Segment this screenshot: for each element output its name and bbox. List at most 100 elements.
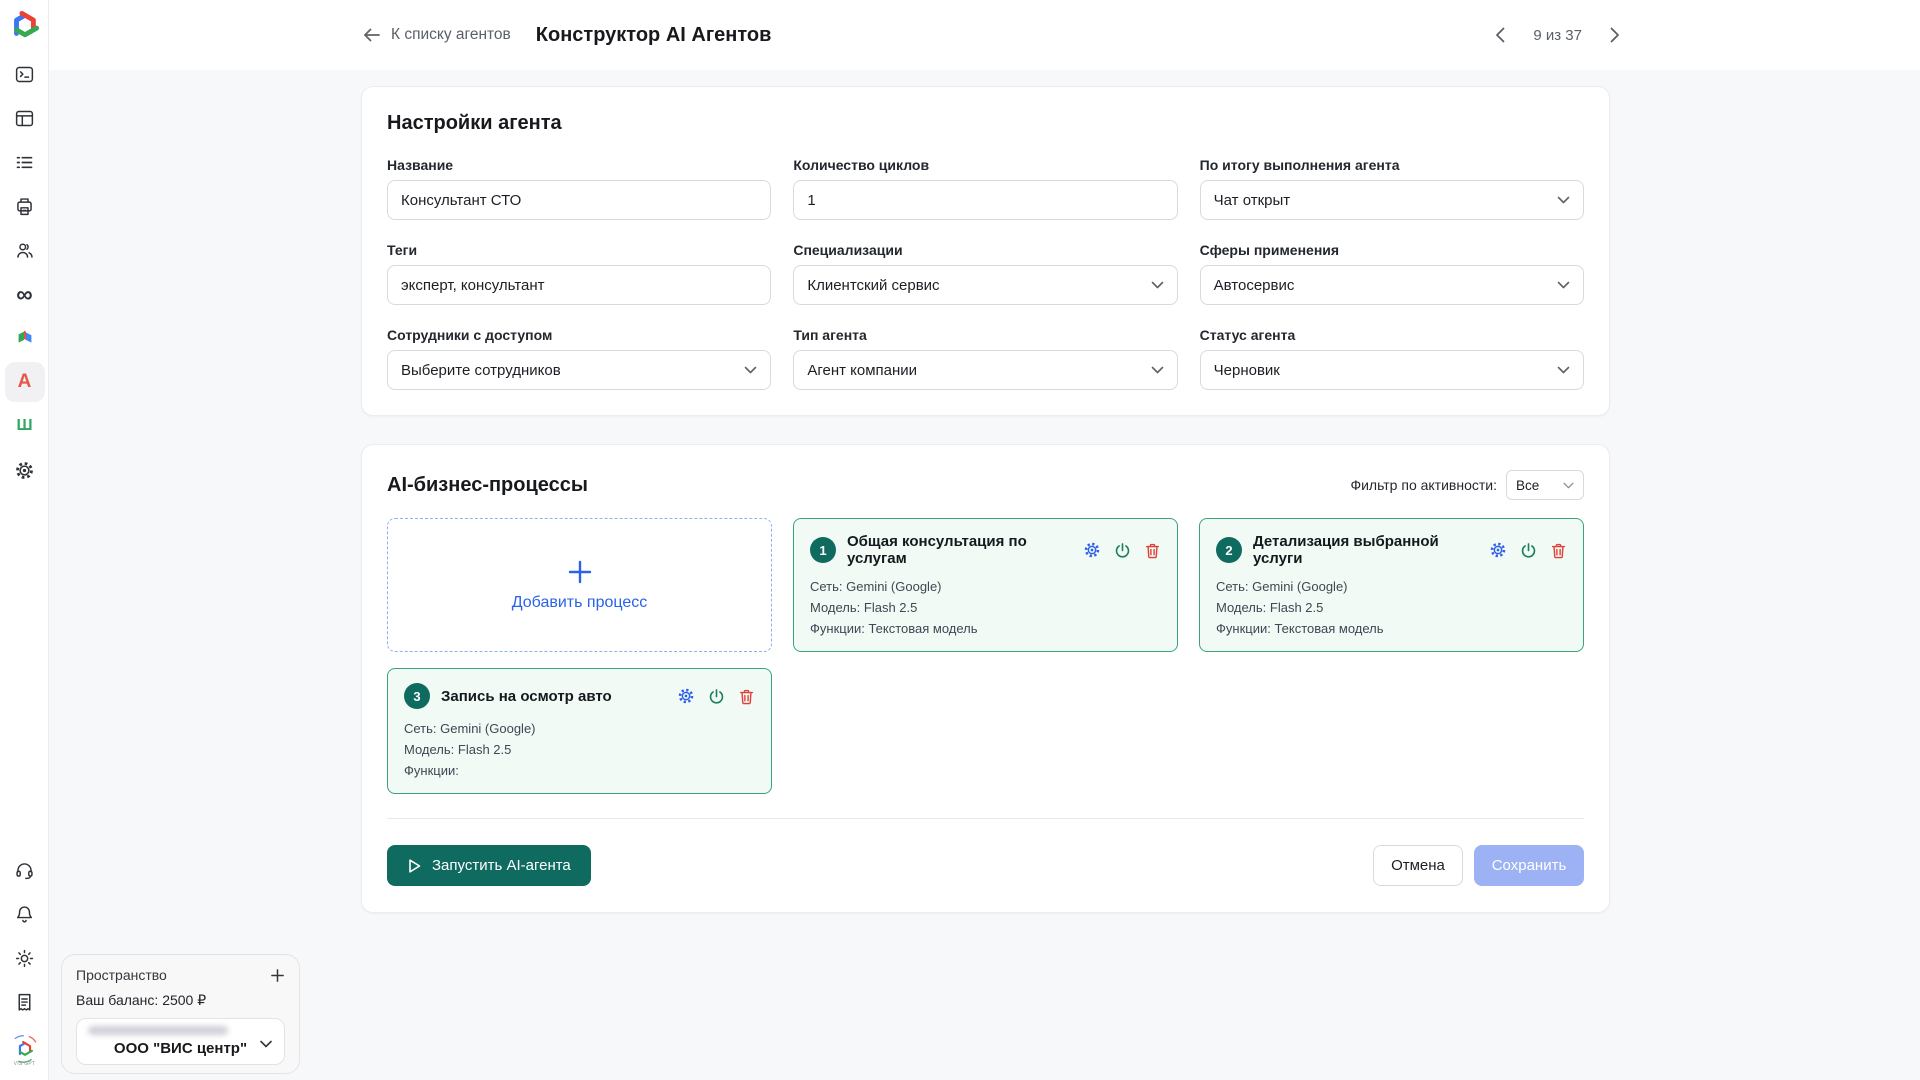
- top-header: К списку агентов Конструктор AI Агентов …: [49, 0, 1920, 70]
- company-name: ООО "ВИС центр": [114, 1040, 247, 1057]
- process-network: Сеть: Gemini (Google): [810, 578, 1161, 595]
- process-title: Общая консультация по услугам: [847, 533, 1072, 567]
- workspace-title: Пространство: [76, 967, 167, 983]
- plus-icon: [567, 559, 593, 585]
- app-root: ∞ A Ш: [0, 0, 1920, 1080]
- activity-filter-select[interactable]: Все: [1506, 470, 1584, 500]
- activity-filter-value: Все: [1516, 478, 1539, 493]
- process-power-icon[interactable]: [708, 688, 725, 705]
- field-label: Тип агента: [793, 327, 1177, 343]
- users-icon[interactable]: [0, 228, 49, 272]
- chevron-down-icon: [1557, 196, 1570, 204]
- billing-receipt-icon[interactable]: [0, 980, 49, 1024]
- process-model: Модель: Flash 2.5: [404, 741, 755, 758]
- process-number-badge: 1: [810, 537, 836, 563]
- agents-item-active[interactable]: A: [0, 360, 49, 404]
- process-delete-trash-icon[interactable]: [1144, 542, 1161, 559]
- back-label: К списку агентов: [391, 26, 511, 44]
- process-grid: Добавить процесс 1 Общая консультация по …: [387, 518, 1584, 794]
- vis-gpt-caption: VIS GPT: [14, 1061, 36, 1067]
- field-label: Теги: [387, 242, 771, 258]
- field-label: Сферы применения: [1200, 242, 1584, 258]
- add-workspace-icon[interactable]: [270, 968, 285, 983]
- run-agent-button[interactable]: Запустить AI-агента: [387, 845, 591, 886]
- cycles-input[interactable]: [793, 180, 1177, 220]
- agent-type-select[interactable]: Агент компании: [793, 350, 1177, 390]
- add-process-button[interactable]: Добавить процесс: [387, 518, 772, 652]
- workflows-sha-icon[interactable]: Ш: [0, 404, 49, 448]
- chevron-down-icon: [260, 1035, 272, 1053]
- result-select[interactable]: Чат открыт: [1200, 180, 1584, 220]
- vis-gpt-logo-icon[interactable]: VIS GPT: [0, 1024, 49, 1076]
- process-card: 3Запись на осмотр автоСеть: Gemini (Goog…: [387, 668, 772, 794]
- process-title: Детализация выбранной услуги: [1253, 533, 1478, 567]
- select-value: Черновик: [1214, 362, 1280, 379]
- employees-select[interactable]: Выберите сотрудников: [387, 350, 771, 390]
- process-card: 1 Общая консультация по услугам Сеть: Gemi…: [793, 518, 1178, 652]
- field-label: Сотрудники с доступом: [387, 327, 771, 343]
- agent-settings-form: НазваниеКоличество цикловПо итогу выполн…: [387, 157, 1584, 390]
- agent-settings-card: Настройки агента НазваниеКоличество цикл…: [361, 86, 1610, 416]
- process-power-icon[interactable]: [1520, 542, 1537, 559]
- main-area: К списку агентов Конструктор AI Агентов …: [49, 0, 1920, 1080]
- divider: [387, 818, 1584, 819]
- process-settings-gear-icon[interactable]: [1083, 541, 1101, 559]
- page-indicator: 9 из 37: [1533, 27, 1582, 44]
- agent-name-input[interactable]: [387, 180, 771, 220]
- select-value: Клиентский сервис: [807, 277, 939, 294]
- process-card: 2 Детализация выбранной услуги Сеть: Gemin…: [1199, 518, 1584, 652]
- process-delete-trash-icon[interactable]: [1550, 542, 1567, 559]
- process-functions: Функции: Текстовая модель: [810, 620, 1161, 637]
- processes-card: AI-бизнес-процессы Фильтр по активности:…: [361, 444, 1610, 913]
- theme-sun-icon[interactable]: [0, 936, 49, 980]
- field-label: Специализации: [793, 242, 1177, 258]
- company-select[interactable]: ООО "ВИС центр": [76, 1018, 285, 1065]
- agent-status-select[interactable]: Черновик: [1200, 350, 1584, 390]
- pagination: 9 из 37: [1495, 27, 1620, 44]
- support-headset-icon[interactable]: [0, 848, 49, 892]
- cancel-button[interactable]: Отмена: [1373, 845, 1463, 886]
- field-label: По итогу выполнения агента: [1200, 157, 1584, 173]
- save-button[interactable]: Сохранить: [1474, 845, 1584, 886]
- chevron-down-icon: [1151, 366, 1164, 374]
- agent-settings-title: Настройки агента: [387, 112, 1584, 135]
- arrow-left-icon: [362, 27, 381, 43]
- process-settings-gear-icon[interactable]: [677, 687, 695, 705]
- next-page-icon[interactable]: [1610, 27, 1620, 43]
- chevron-down-icon: [1563, 482, 1574, 489]
- tags-input-field: Теги: [387, 242, 771, 305]
- add-process-label: Добавить процесс: [512, 594, 648, 612]
- back-to-agents-link[interactable]: К списку агентов: [362, 26, 511, 44]
- field-label: Количество циклов: [793, 157, 1177, 173]
- printer-icon[interactable]: [0, 184, 49, 228]
- settings-gear-icon[interactable]: [0, 448, 49, 492]
- specialization-select[interactable]: Клиентский сервис: [793, 265, 1177, 305]
- select-value: Чат открыт: [1214, 192, 1291, 209]
- select-value: Выберите сотрудников: [401, 362, 561, 379]
- select-value: Автосервис: [1214, 277, 1295, 294]
- process-power-icon[interactable]: [1114, 542, 1131, 559]
- process-network: Сеть: Gemini (Google): [404, 720, 755, 737]
- activity-filter-label: Фильтр по активности:: [1350, 477, 1497, 493]
- agent-type-select-field: Тип агента Агент компании: [793, 327, 1177, 390]
- notifications-bell-icon[interactable]: [0, 892, 49, 936]
- tags-input[interactable]: [387, 265, 771, 305]
- chevron-down-icon: [744, 366, 757, 374]
- integrations-infinity-icon[interactable]: ∞: [0, 272, 49, 316]
- process-settings-gear-icon[interactable]: [1489, 541, 1507, 559]
- process-number-badge: 2: [1216, 537, 1242, 563]
- list-icon[interactable]: [0, 140, 49, 184]
- process-network: Сеть: Gemini (Google): [1216, 578, 1567, 595]
- employees-select-field: Сотрудники с доступом Выберите сотруднико…: [387, 327, 771, 390]
- cycles-input-field: Количество циклов: [793, 157, 1177, 220]
- terminal-icon[interactable]: [0, 52, 49, 96]
- kanban-board-icon[interactable]: [0, 96, 49, 140]
- app-logo-icon[interactable]: [0, 8, 49, 42]
- workspace-panel: Пространство Ваш баланс: 2500 ₽ ООО "ВИС…: [61, 954, 300, 1074]
- prev-page-icon[interactable]: [1495, 27, 1505, 43]
- spheres-select[interactable]: Автосервис: [1200, 265, 1584, 305]
- knowledge-stack-icon[interactable]: [0, 316, 49, 360]
- process-delete-trash-icon[interactable]: [738, 688, 755, 705]
- spheres-select-field: Сферы применения Автосервис: [1200, 242, 1584, 305]
- play-icon: [407, 858, 422, 874]
